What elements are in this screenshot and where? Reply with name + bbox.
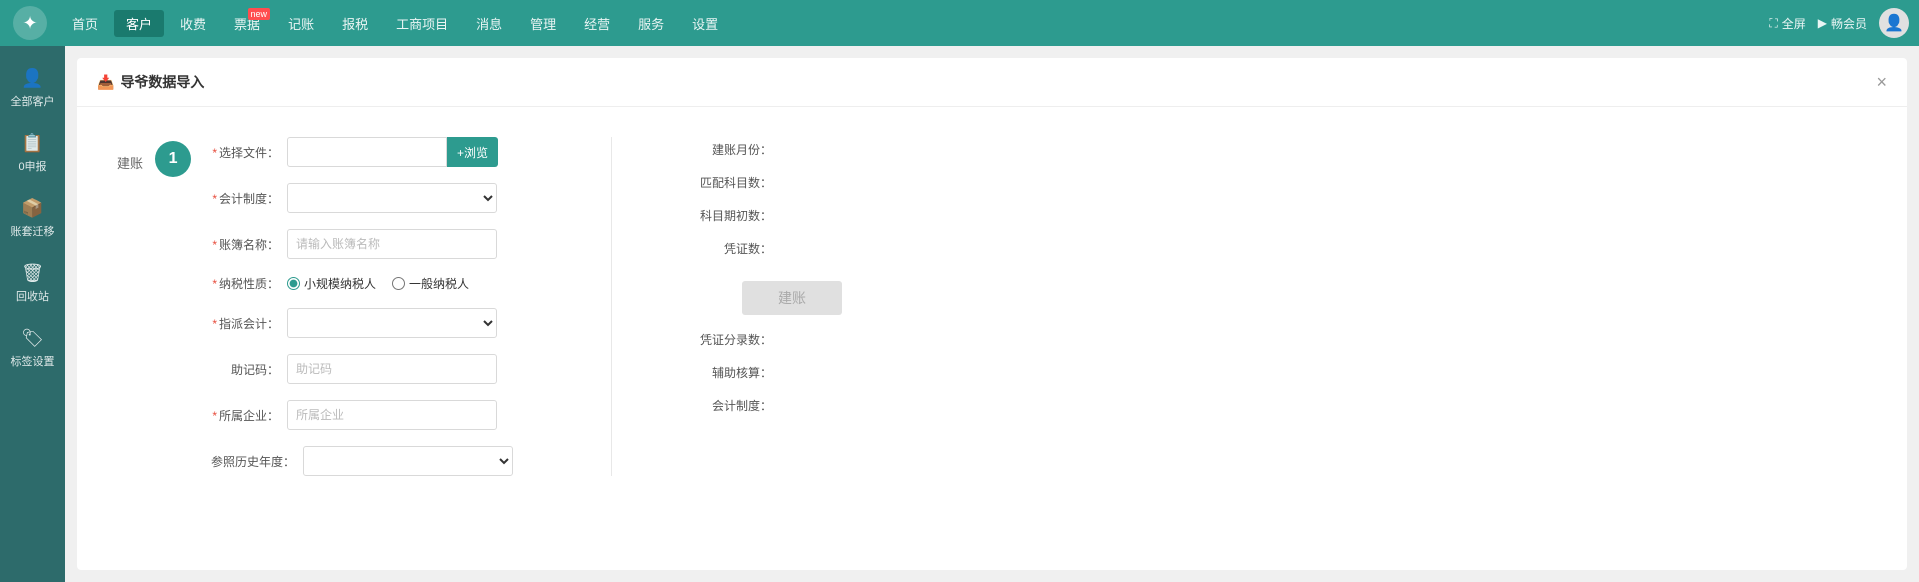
memo-code-row: 助记码： xyxy=(211,354,531,384)
tax-type-radio-group: 小规模纳税人 一般纳税人 xyxy=(287,275,469,292)
tax-type-label: *纳税性质： xyxy=(211,275,279,292)
nav-fees[interactable]: 收费 xyxy=(168,10,218,37)
form-area: 建账 1 *选择文件： +浏览 xyxy=(77,107,1907,506)
nav-tax[interactable]: 报税 xyxy=(330,10,380,37)
accounting-system-select[interactable] xyxy=(287,183,497,213)
nav-customers[interactable]: 客户 xyxy=(114,10,164,37)
accountant-row: *指派会计： xyxy=(211,308,531,338)
nav-manage[interactable]: 管理 xyxy=(518,10,568,37)
auxiliary-row: 辅助核算： xyxy=(692,364,892,381)
nav-home[interactable]: 首页 xyxy=(60,10,110,37)
company-row: *所属企业： xyxy=(211,400,531,430)
file-input[interactable] xyxy=(287,137,447,167)
ledger-name-input[interactable] xyxy=(287,229,497,259)
sidebar-item-migrate[interactable]: 📦 账套迁移 xyxy=(0,186,65,251)
nav-messages[interactable]: 消息 xyxy=(464,10,514,37)
main-layout: 👤 全部客户 📋 0申报 📦 账套迁移 🗑 回收站 🏷 标签设置 📥 导爷 xyxy=(0,46,1919,582)
build-month-label: 建账月份： xyxy=(692,141,772,158)
sidebar-item-declare[interactable]: 📋 0申报 xyxy=(0,121,65,186)
sidebar-item-all-clients[interactable]: 👤 全部客户 xyxy=(0,56,65,121)
form-fields: *选择文件： +浏览 *会计制度： xyxy=(211,137,531,476)
vip-icon: ▶ xyxy=(1818,16,1827,30)
voucher-count-row: 凭证数： xyxy=(692,240,892,257)
subject-initial-label: 科目期初数： xyxy=(692,207,772,224)
panel-close-button[interactable]: × xyxy=(1876,73,1887,91)
nav-settings[interactable]: 设置 xyxy=(680,10,730,37)
sidebar: 👤 全部客户 📋 0申报 📦 账套迁移 🗑 回收站 🏷 标签设置 xyxy=(0,46,65,582)
nav-items: 首页 客户 收费 票据 new 记账 报税 工商项目 消息 管理 经营 服务 设… xyxy=(60,10,1769,37)
form-divider xyxy=(611,137,612,476)
all-clients-icon: 👤 xyxy=(21,68,43,89)
browse-button[interactable]: +浏览 xyxy=(447,137,498,167)
reference-year-label: 参照历史年度： xyxy=(211,453,295,470)
right-info: 建账月份： 匹配科目数： 科目期初数： 凭证数： xyxy=(692,137,892,476)
company-label: *所属企业： xyxy=(211,407,279,424)
vip-button[interactable]: ▶ 畅会员 xyxy=(1818,15,1867,32)
fullscreen-icon: ⛶ xyxy=(1769,16,1777,31)
tax-small-radio[interactable] xyxy=(287,277,300,290)
migrate-icon: 📦 xyxy=(21,198,43,219)
nav-business[interactable]: 工商项目 xyxy=(384,10,460,37)
reference-year-row: 参照历史年度： xyxy=(211,446,531,476)
step-circle: 1 xyxy=(155,141,191,177)
accounting-system-right-label: 会计制度： xyxy=(692,397,772,414)
build-btn-area: 建账 xyxy=(692,281,892,315)
logo[interactable]: ✦ xyxy=(10,3,50,43)
new-badge: new xyxy=(248,8,271,21)
subject-initial-row: 科目期初数： xyxy=(692,207,892,224)
avatar[interactable]: 👤 xyxy=(1879,8,1909,38)
panel-title-icon: 📥 xyxy=(97,74,114,91)
top-nav: ✦ 首页 客户 收费 票据 new 记账 报税 工商项目 消息 管理 经营 服务… xyxy=(0,0,1919,46)
tax-type-row: *纳税性质： 小规模纳税人 一般纳税人 xyxy=(211,275,531,292)
accounting-system-right-row: 会计制度： xyxy=(692,397,892,414)
nav-right: ⛶ 全屏 ▶ 畅会员 👤 xyxy=(1769,8,1909,38)
form-left: 建账 1 *选择文件： +浏览 xyxy=(117,137,531,476)
ledger-name-row: *账簿名称： xyxy=(211,229,531,259)
panel-title: 📥 导爷数据导入 xyxy=(97,72,204,92)
tax-general-radio[interactable] xyxy=(392,277,405,290)
import-panel: 📥 导爷数据导入 × 建账 1 xyxy=(77,58,1907,570)
logo-icon: ✦ xyxy=(13,6,47,40)
step-label: 建账 xyxy=(117,153,143,172)
voucher-entries-label: 凭证分录数： xyxy=(692,331,772,348)
accountant-select[interactable] xyxy=(287,308,497,338)
build-button[interactable]: 建账 xyxy=(742,281,842,315)
sidebar-item-trash[interactable]: 🗑 回收站 xyxy=(0,251,65,316)
build-month-row: 建账月份： xyxy=(692,141,892,158)
match-subjects-label: 匹配科目数： xyxy=(692,174,772,191)
tax-small-radio-label[interactable]: 小规模纳税人 xyxy=(287,275,376,292)
accounting-system-row: *会计制度： xyxy=(211,183,531,213)
fullscreen-button[interactable]: ⛶ 全屏 xyxy=(1769,15,1805,32)
tags-icon: 🏷 xyxy=(21,328,44,349)
company-input[interactable] xyxy=(287,400,497,430)
voucher-count-label: 凭证数： xyxy=(692,240,772,257)
memo-code-label: 助记码： xyxy=(211,361,279,378)
declare-icon: 📋 xyxy=(21,133,43,154)
memo-code-input[interactable] xyxy=(287,354,497,384)
nav-services[interactable]: 服务 xyxy=(626,10,676,37)
panel-header: 📥 导爷数据导入 × xyxy=(77,58,1907,107)
reference-year-select[interactable] xyxy=(303,446,513,476)
nav-bookkeeping[interactable]: 记账 xyxy=(276,10,326,37)
tax-general-radio-label[interactable]: 一般纳税人 xyxy=(392,275,469,292)
file-input-group: +浏览 xyxy=(287,137,498,167)
match-subjects-row: 匹配科目数： xyxy=(692,174,892,191)
file-label: *选择文件： xyxy=(211,144,279,161)
file-row: *选择文件： +浏览 xyxy=(211,137,531,167)
trash-icon: 🗑 xyxy=(21,263,44,284)
sidebar-item-tags[interactable]: 🏷 标签设置 xyxy=(0,316,65,381)
accounting-system-label: *会计制度： xyxy=(211,190,279,207)
ledger-name-label: *账簿名称： xyxy=(211,236,279,253)
content-area: 📥 导爷数据导入 × 建账 1 xyxy=(65,46,1919,582)
auxiliary-label: 辅助核算： xyxy=(692,364,772,381)
voucher-entries-row: 凭证分录数： xyxy=(692,331,892,348)
nav-operations[interactable]: 经营 xyxy=(572,10,622,37)
nav-invoices[interactable]: 票据 new xyxy=(222,10,272,37)
accountant-label: *指派会计： xyxy=(211,315,279,332)
